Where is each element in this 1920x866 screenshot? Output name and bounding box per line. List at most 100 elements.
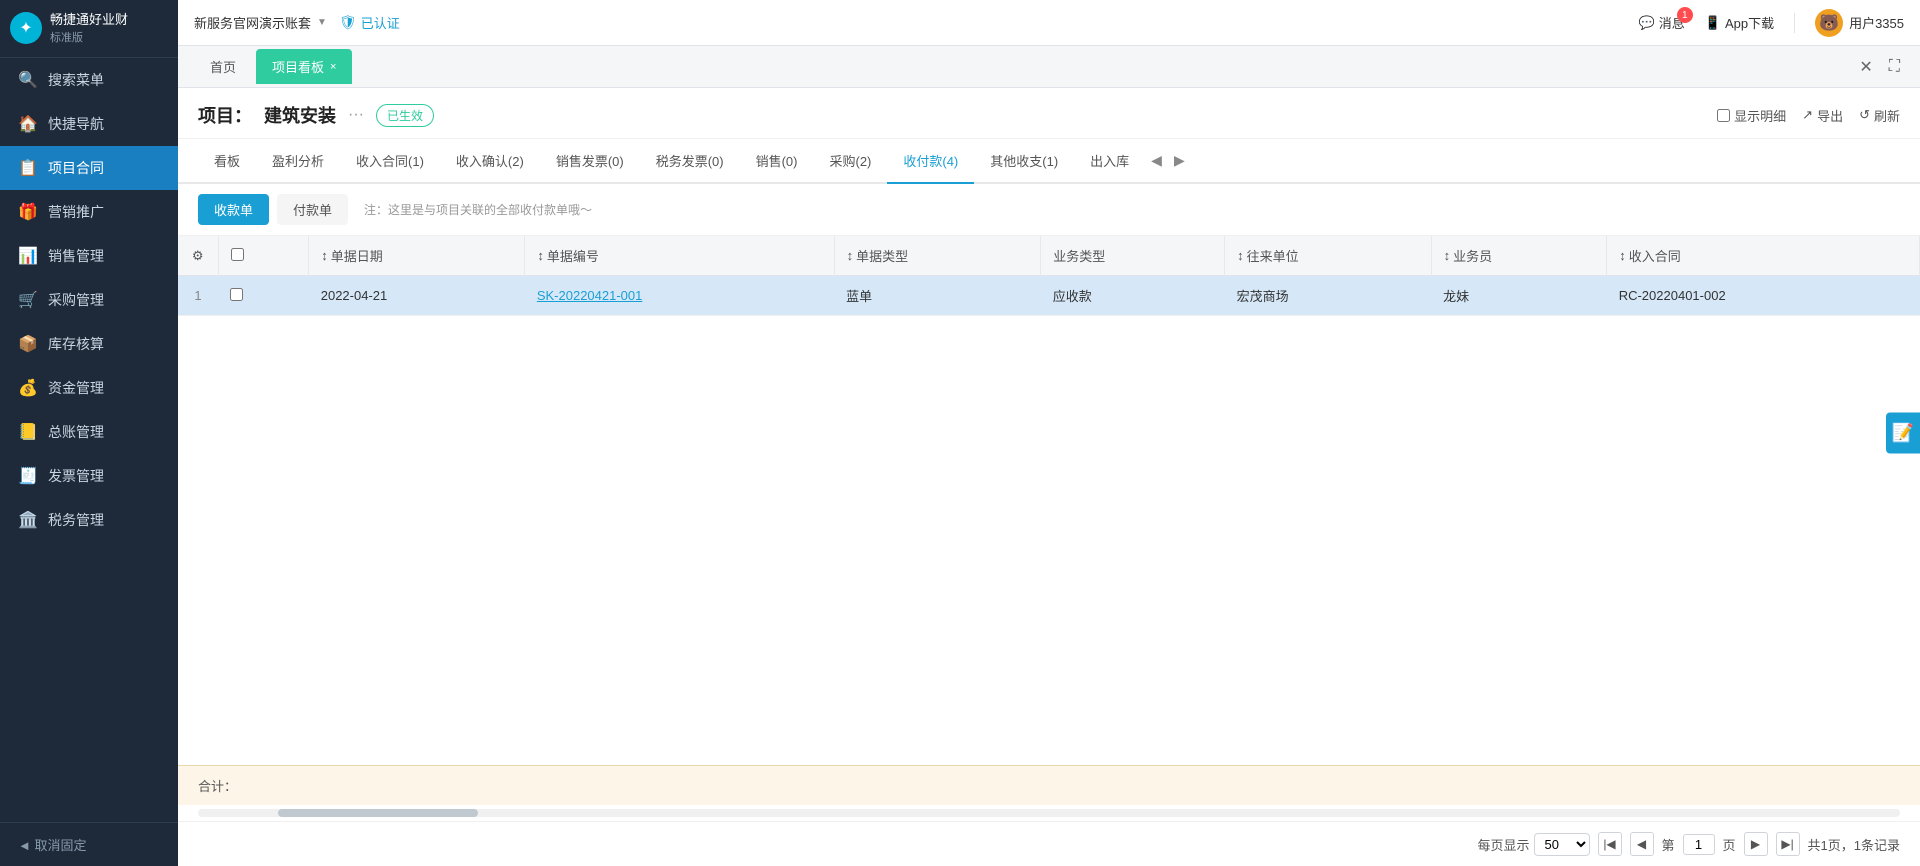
tab-close-icon[interactable]: × bbox=[330, 61, 336, 73]
show-detail-label: 显示明细 bbox=[1734, 106, 1786, 125]
sub-tab-note: 注：这里是与项目关联的全部收付款单哦～ bbox=[364, 201, 592, 218]
topbar-divider bbox=[1794, 13, 1795, 33]
income-contract-column-header[interactable]: ↕ 收入合同 bbox=[1607, 236, 1920, 276]
settings-column-header[interactable]: ⚙ bbox=[178, 236, 218, 276]
msg-badge: 1 bbox=[1677, 7, 1693, 23]
user-label: 用户3355 bbox=[1849, 13, 1904, 32]
subnav-kanban[interactable]: 看板 bbox=[198, 139, 256, 184]
row-salesperson: 龙妹 bbox=[1431, 276, 1607, 316]
sidebar-item-project[interactable]: 📋 项目合同 bbox=[0, 146, 178, 190]
account-name: 新服务官网演示账套 bbox=[194, 13, 311, 32]
tab-project-kanban[interactable]: 项目看板 × bbox=[256, 49, 352, 84]
first-page-button[interactable]: |◀ bbox=[1598, 832, 1622, 856]
page-unit: 页 bbox=[1723, 835, 1736, 854]
date-column-header[interactable]: ↕ 单据日期 bbox=[309, 236, 525, 276]
show-detail-checkbox[interactable]: 显示明细 bbox=[1717, 106, 1786, 125]
more-options-icon[interactable]: ··· bbox=[348, 106, 364, 124]
row-number[interactable]: SK-20220421-001 bbox=[525, 276, 834, 316]
sidebar-unpin[interactable]: ◄ 取消固定 bbox=[0, 822, 178, 866]
horizontal-scrollbar-row bbox=[178, 805, 1920, 821]
subnav-income-contract[interactable]: 收入合同(1) bbox=[340, 139, 440, 184]
tabs-bar: 首页 项目看板 × ✕ ⛶ bbox=[178, 46, 1920, 88]
tab-home[interactable]: 首页 bbox=[194, 49, 252, 84]
app-version: 标准版 bbox=[50, 29, 128, 45]
subnav-next-arrow[interactable]: ▶ bbox=[1168, 144, 1191, 177]
page-label: 第 bbox=[1662, 835, 1675, 854]
page-size-select[interactable]: 50 100 200 bbox=[1534, 833, 1590, 856]
sidebar-item-finance[interactable]: 💰 资金管理 bbox=[0, 366, 178, 410]
page-number-input[interactable] bbox=[1683, 834, 1715, 855]
main-area: 新服务官网演示账套 ▼ 🛡 已认证 💬 消息 1 📱 App下载 🐻 用户335… bbox=[178, 0, 1920, 866]
refresh-label: 刷新 bbox=[1874, 106, 1900, 125]
app-download-button[interactable]: 📱 App下载 bbox=[1705, 13, 1774, 32]
payment-tab-button[interactable]: 付款单 bbox=[277, 194, 348, 225]
account-selector[interactable]: 新服务官网演示账套 ▼ bbox=[194, 13, 327, 32]
subnav-tax-invoice[interactable]: 税务发票(0) bbox=[640, 139, 740, 184]
logo-icon: ✦ bbox=[10, 12, 42, 44]
detail-checkbox-input[interactable] bbox=[1717, 109, 1730, 122]
sidebar-item-search[interactable]: 🔍 搜索菜单 bbox=[0, 58, 178, 102]
row-checkbox[interactable] bbox=[218, 276, 309, 316]
horizontal-scrollbar[interactable] bbox=[198, 809, 1900, 817]
sidebar: ✦ 畅捷通好业财 标准版 🔍 搜索菜单 🏠 快捷导航 📋 项目合同 🎁 营销推广… bbox=[0, 0, 178, 866]
subnav-profit[interactable]: 盈利分析 bbox=[256, 139, 340, 184]
cart-icon: 🛒 bbox=[18, 290, 38, 310]
table-header-row: ⚙ ↕ 单据日期 ↕ bbox=[178, 236, 1920, 276]
page-size-prefix: 每页显示 bbox=[1477, 835, 1529, 854]
right-panel-icon: 📝 bbox=[1892, 423, 1914, 443]
sidebar-item-quick[interactable]: 🏠 快捷导航 bbox=[0, 102, 178, 146]
right-float-panel[interactable]: 📝 bbox=[1886, 413, 1920, 454]
sidebar-item-label: 税务管理 bbox=[48, 510, 104, 530]
sidebar-item-invoice[interactable]: 🧾 发票管理 bbox=[0, 454, 178, 498]
shield-icon: 🛡 bbox=[339, 14, 357, 31]
subnav-prev-arrow[interactable]: ◀ bbox=[1145, 144, 1168, 177]
sidebar-item-sales[interactable]: 📊 销售管理 bbox=[0, 234, 178, 278]
sidebar-item-label: 营销推广 bbox=[48, 202, 104, 222]
subnav-sales-invoice[interactable]: 销售发票(0) bbox=[540, 139, 640, 184]
subnav-in-out[interactable]: 出入库 bbox=[1074, 139, 1145, 184]
number-column-header[interactable]: ↕ 单据编号 bbox=[525, 236, 834, 276]
sidebar-item-ledger[interactable]: 📒 总账管理 bbox=[0, 410, 178, 454]
subnav-receipts[interactable]: 收付款(4) bbox=[887, 139, 974, 184]
sidebar-item-label: 搜索菜单 bbox=[48, 70, 104, 90]
messages-button[interactable]: 💬 消息 1 bbox=[1639, 13, 1685, 32]
refresh-icon: ↺ bbox=[1859, 107, 1870, 123]
content-area: 项目： 建筑安装 ··· 已生效 显示明细 ↗ 导出 ↺ 刷新 bbox=[178, 88, 1920, 866]
app-name: 畅捷通好业财 bbox=[50, 12, 128, 29]
unpin-label: ◄ 取消固定 bbox=[18, 835, 86, 854]
last-page-button[interactable]: ▶| bbox=[1776, 832, 1800, 856]
window-expand-button[interactable]: ⛶ bbox=[1885, 53, 1904, 81]
prev-page-button[interactable]: ◀ bbox=[1630, 832, 1654, 856]
subnav-purchase[interactable]: 采购(2) bbox=[813, 139, 887, 184]
refresh-button[interactable]: ↺ 刷新 bbox=[1859, 106, 1900, 125]
scrollbar-thumb[interactable] bbox=[278, 809, 478, 817]
salesperson-column-header[interactable]: ↕ 业务员 bbox=[1431, 236, 1607, 276]
settings-icon[interactable]: ⚙ bbox=[192, 248, 204, 263]
row-partner: 宏茂商场 bbox=[1225, 276, 1432, 316]
sidebar-item-purchase[interactable]: 🛒 采购管理 bbox=[0, 278, 178, 322]
user-menu[interactable]: 🐻 用户3355 bbox=[1815, 9, 1904, 37]
tax-icon: 🏛️ bbox=[18, 510, 38, 530]
receipt-tab-button[interactable]: 收款单 bbox=[198, 194, 269, 225]
row-type: 蓝单 bbox=[834, 276, 1041, 316]
subnav-sales[interactable]: 销售(0) bbox=[740, 139, 814, 184]
project-header-actions: 显示明细 ↗ 导出 ↺ 刷新 bbox=[1717, 106, 1900, 125]
next-page-button[interactable]: ▶ bbox=[1744, 832, 1768, 856]
window-close-button[interactable]: ✕ bbox=[1855, 53, 1876, 81]
sidebar-item-tax[interactable]: 🏛️ 税务管理 bbox=[0, 498, 178, 542]
gift-icon: 🎁 bbox=[18, 202, 38, 222]
sidebar-item-marketing[interactable]: 🎁 营销推广 bbox=[0, 190, 178, 234]
partner-column-header[interactable]: ↕ 往来单位 bbox=[1225, 236, 1432, 276]
sidebar-item-inventory[interactable]: 📦 库存核算 bbox=[0, 322, 178, 366]
certified-badge: 🛡 已认证 bbox=[339, 13, 400, 32]
phone-icon: 📱 bbox=[1705, 15, 1721, 31]
project-status-badge: 已生效 bbox=[376, 104, 434, 127]
tabs-actions: ✕ ⛶ bbox=[1855, 53, 1904, 81]
type-column-header[interactable]: ↕ 单据类型 bbox=[834, 236, 1041, 276]
subnav-income-confirm[interactable]: 收入确认(2) bbox=[440, 139, 540, 184]
sidebar-item-label: 发票管理 bbox=[48, 466, 104, 486]
select-all-checkbox[interactable] bbox=[231, 248, 244, 261]
table-row: 1 2022-04-21 SK-20220421-001 蓝单 应收款 宏茂商场… bbox=[178, 276, 1920, 316]
subnav-other-receipts[interactable]: 其他收支(1) bbox=[974, 139, 1074, 184]
export-button[interactable]: ↗ 导出 bbox=[1802, 106, 1843, 125]
